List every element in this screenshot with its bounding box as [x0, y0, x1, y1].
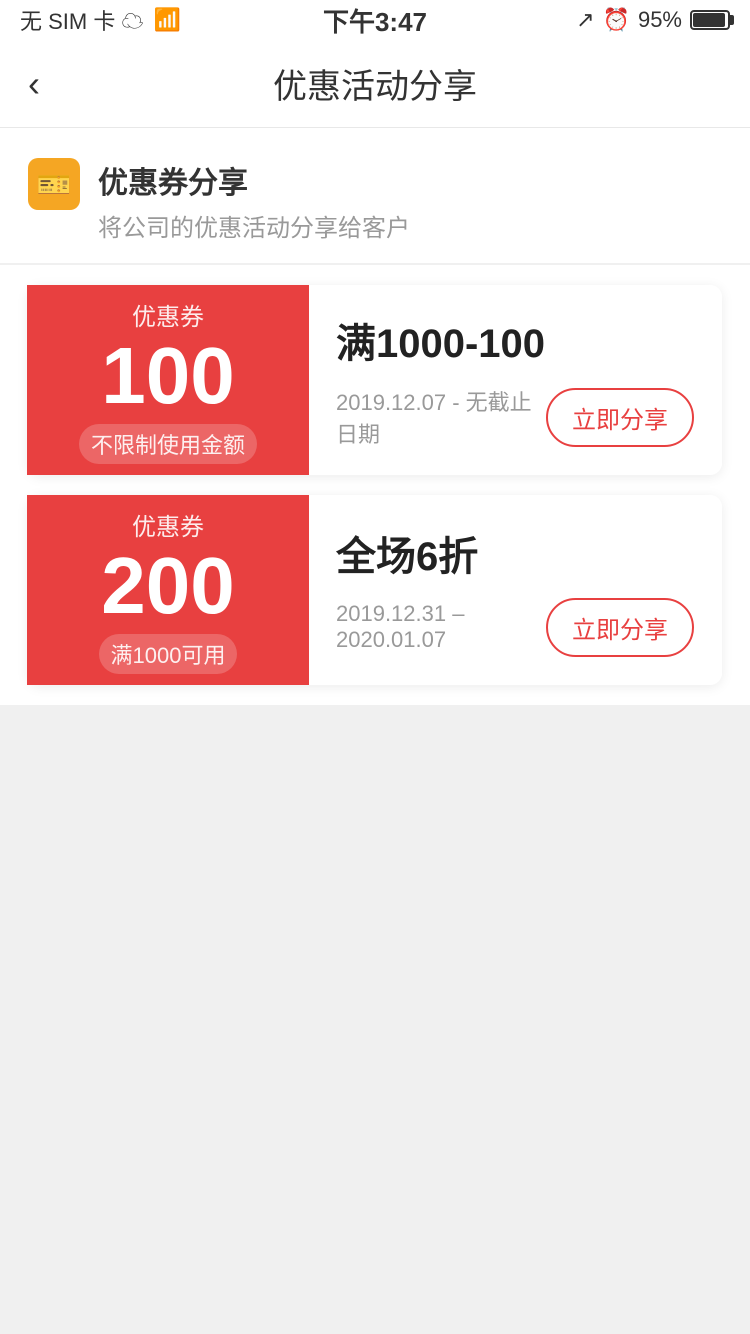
coupon-condition-1: 不限制使用金额 [79, 424, 257, 464]
coupon-date-2: 2019.12.31 – 2020.01.07 [336, 601, 546, 653]
alarm-icon: ⏰ [603, 7, 630, 33]
coupon-value-2: 200 [101, 546, 234, 626]
status-time: 下午3:47 [323, 2, 427, 39]
coupon-left-2: 优惠券 200 满1000可用 [28, 495, 308, 685]
battery-percent: 95% [638, 7, 682, 33]
no-sim-label: 无 SIM 卡 ☁ [20, 4, 143, 36]
coupon-label-1: 优惠券 [132, 297, 204, 332]
status-bar: 无 SIM 卡 ☁ 📶 下午3:47 ↗ ⏰ 95% [0, 0, 750, 40]
coupon-right-1: 满1000-100 2019.12.07 - 无截止日期 立即分享 [308, 285, 722, 475]
status-left: 无 SIM 卡 ☁ 📶 [20, 4, 181, 36]
coupon-name-2: 全场6折 [336, 524, 694, 582]
coupon-meta-2: 2019.12.31 – 2020.01.07 立即分享 [336, 598, 694, 657]
page-title: 优惠活动分享 [273, 59, 477, 108]
coupon-left-1: 优惠券 100 不限制使用金额 [28, 285, 308, 475]
coupon-icon: 🎫 [28, 158, 80, 210]
coupon-date-1: 2019.12.07 - 无截止日期 [336, 385, 546, 449]
coupon-label-2: 优惠券 [132, 507, 204, 542]
coupon-right-2: 全场6折 2019.12.31 – 2020.01.07 立即分享 [308, 495, 722, 685]
status-right: ↗ ⏰ 95% [576, 7, 730, 33]
battery-icon [690, 10, 730, 30]
share-button-2[interactable]: 立即分享 [546, 598, 694, 657]
coupon-card-2: 优惠券 200 满1000可用 全场6折 2019.12.31 – 2020.0… [28, 495, 722, 685]
coupon-card-1: 优惠券 100 不限制使用金额 满1000-100 2019.12.07 - 无… [28, 285, 722, 475]
nav-bar: ‹ 优惠活动分享 [0, 40, 750, 128]
coupon-condition-2: 满1000可用 [99, 634, 238, 674]
back-button[interactable]: ‹ [28, 63, 40, 105]
coupons-area: 优惠券 100 不限制使用金额 满1000-100 2019.12.07 - 无… [0, 265, 750, 705]
coupon-meta-1: 2019.12.07 - 无截止日期 立即分享 [336, 385, 694, 449]
wifi-icon: 📶 [153, 7, 180, 33]
coupon-value-1: 100 [101, 336, 234, 416]
bottom-area [0, 705, 750, 1265]
location-icon: ↗ [576, 7, 594, 33]
section-title: 优惠券分享 [98, 158, 410, 202]
section-subtitle: 将公司的优惠活动分享给客户 [98, 208, 410, 243]
section-header: 🎫 优惠券分享 将公司的优惠活动分享给客户 [0, 128, 750, 263]
coupon-name-1: 满1000-100 [336, 311, 694, 369]
section-text: 优惠券分享 将公司的优惠活动分享给客户 [98, 158, 410, 243]
share-button-1[interactable]: 立即分享 [546, 388, 694, 447]
